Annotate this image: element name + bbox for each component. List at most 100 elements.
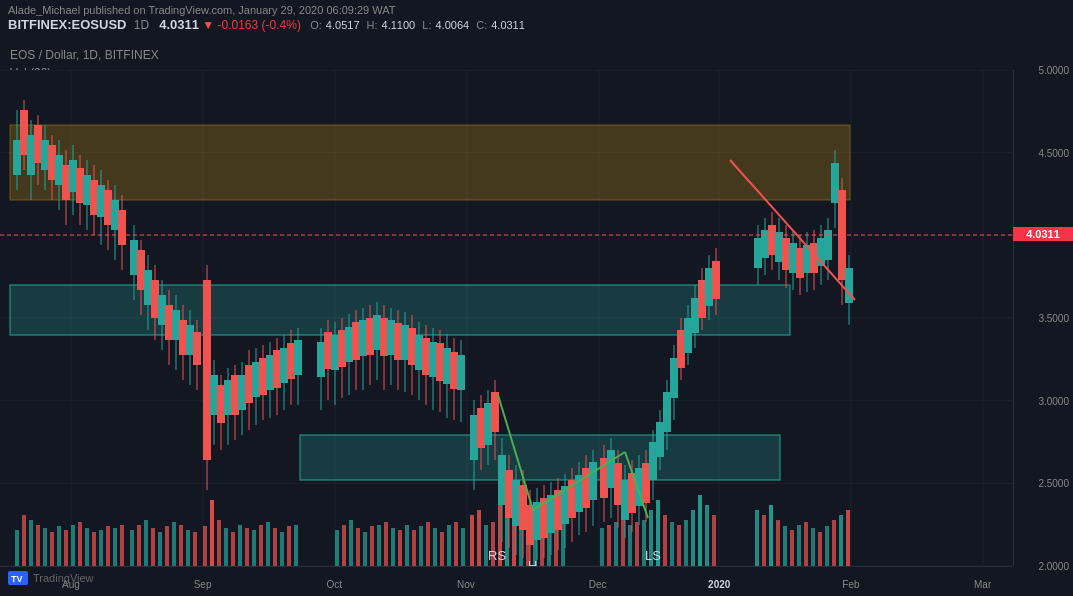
svg-rect-132: [41, 140, 49, 170]
svg-rect-296: [649, 442, 657, 480]
open-val: 4.0517: [326, 19, 360, 31]
svg-rect-79: [477, 510, 481, 566]
svg-text:LS: LS: [645, 548, 661, 563]
svg-rect-101: [663, 515, 667, 566]
svg-rect-306: [684, 318, 692, 353]
svg-rect-115: [797, 525, 801, 566]
svg-rect-146: [90, 180, 98, 215]
svg-rect-238: [436, 343, 444, 381]
svg-rect-107: [705, 505, 709, 566]
svg-rect-55: [273, 528, 277, 566]
svg-rect-117: [811, 528, 815, 566]
time-axis: Aug Sep Oct Nov Dec 2020 Feb Mar: [0, 566, 1013, 596]
time-label-oct: Oct: [327, 579, 343, 590]
svg-rect-254: [498, 455, 506, 505]
svg-rect-184: [231, 375, 239, 415]
timeframe: 1D: [134, 18, 149, 32]
svg-rect-152: [111, 200, 119, 230]
svg-rect-108: [712, 515, 716, 566]
svg-rect-182: [224, 380, 232, 415]
svg-rect-30: [92, 532, 96, 566]
svg-rect-96: [628, 525, 632, 566]
svg-rect-103: [677, 525, 681, 566]
svg-rect-41: [172, 522, 176, 566]
svg-rect-142: [76, 168, 84, 203]
svg-rect-218: [366, 318, 374, 355]
svg-rect-113: [783, 526, 787, 566]
svg-rect-256: [505, 470, 513, 518]
svg-rect-32: [106, 526, 110, 566]
svg-rect-26: [64, 530, 68, 566]
svg-rect-27: [71, 525, 75, 566]
svg-rect-196: [273, 350, 281, 388]
svg-rect-94: [614, 522, 618, 566]
svg-rect-164: [158, 295, 166, 325]
open-label: O:: [310, 19, 322, 31]
ohlc-values: O:4.0517 H:4.1100 L:4.0064 C:4.0311: [310, 19, 529, 31]
svg-rect-73: [433, 528, 437, 566]
svg-rect-20: [22, 515, 26, 566]
svg-rect-180: [217, 385, 225, 423]
svg-rect-68: [398, 530, 402, 566]
svg-rect-24: [50, 532, 54, 566]
svg-rect-298: [656, 422, 664, 457]
svg-rect-234: [422, 338, 430, 375]
svg-rect-294: [642, 463, 650, 503]
svg-rect-130: [34, 125, 42, 163]
svg-rect-230: [408, 328, 416, 365]
svg-rect-119: [825, 526, 829, 566]
svg-rect-97: [635, 522, 639, 566]
price-axis: 5.0000 4.5000 4.0000 3.5000 3.0000 2.500…: [1013, 70, 1073, 566]
time-label-mar: Mar: [974, 579, 991, 590]
svg-rect-92: [600, 528, 604, 566]
chart-title: EOS / Dollar, 1D, BITFINEX: [10, 46, 159, 64]
svg-rect-222: [380, 318, 388, 356]
svg-rect-144: [83, 175, 91, 205]
svg-rect-112: [776, 520, 780, 566]
svg-rect-244: [457, 355, 465, 390]
svg-rect-48: [224, 528, 228, 566]
svg-rect-52: [252, 530, 256, 566]
svg-rect-57: [287, 526, 291, 566]
svg-rect-322: [775, 232, 783, 262]
svg-rect-156: [130, 240, 138, 275]
svg-rect-46: [210, 500, 214, 566]
svg-rect-202: [294, 340, 302, 375]
time-label-2020: 2020: [708, 579, 730, 590]
svg-rect-310: [698, 280, 706, 318]
svg-rect-308: [691, 298, 699, 333]
svg-rect-318: [761, 230, 769, 258]
svg-rect-300: [663, 392, 671, 432]
low-val: 4.0064: [435, 19, 469, 31]
svg-rect-110: [762, 515, 766, 566]
svg-rect-95: [621, 518, 625, 566]
svg-rect-216: [359, 320, 367, 356]
svg-rect-18: [300, 435, 780, 480]
price-label-4500: 4.5000: [1038, 147, 1069, 158]
svg-rect-126: [20, 110, 28, 155]
time-label-feb: Feb: [842, 579, 859, 590]
price-label-2500: 2.5000: [1038, 478, 1069, 489]
svg-rect-208: [331, 335, 339, 370]
svg-rect-60: [342, 525, 346, 566]
time-label-sep: Sep: [194, 579, 212, 590]
svg-rect-338: [831, 163, 839, 203]
svg-rect-116: [804, 522, 808, 566]
svg-text:RS: RS: [488, 548, 506, 563]
svg-rect-258: [512, 480, 520, 526]
svg-rect-224: [387, 320, 395, 355]
svg-rect-316: [754, 238, 762, 268]
svg-rect-37: [144, 520, 148, 566]
tv-logo-icon: TV: [8, 571, 28, 585]
svg-rect-128: [27, 135, 35, 175]
svg-rect-51: [245, 528, 249, 566]
svg-rect-188: [245, 365, 253, 403]
svg-rect-302: [670, 358, 678, 398]
svg-rect-35: [130, 530, 134, 566]
svg-rect-170: [179, 320, 187, 355]
author-line: Alade_Michael published on TradingView.c…: [8, 4, 1065, 16]
svg-rect-72: [426, 522, 430, 566]
svg-text:H: H: [528, 558, 537, 566]
svg-rect-65: [377, 525, 381, 566]
svg-rect-111: [769, 505, 773, 566]
